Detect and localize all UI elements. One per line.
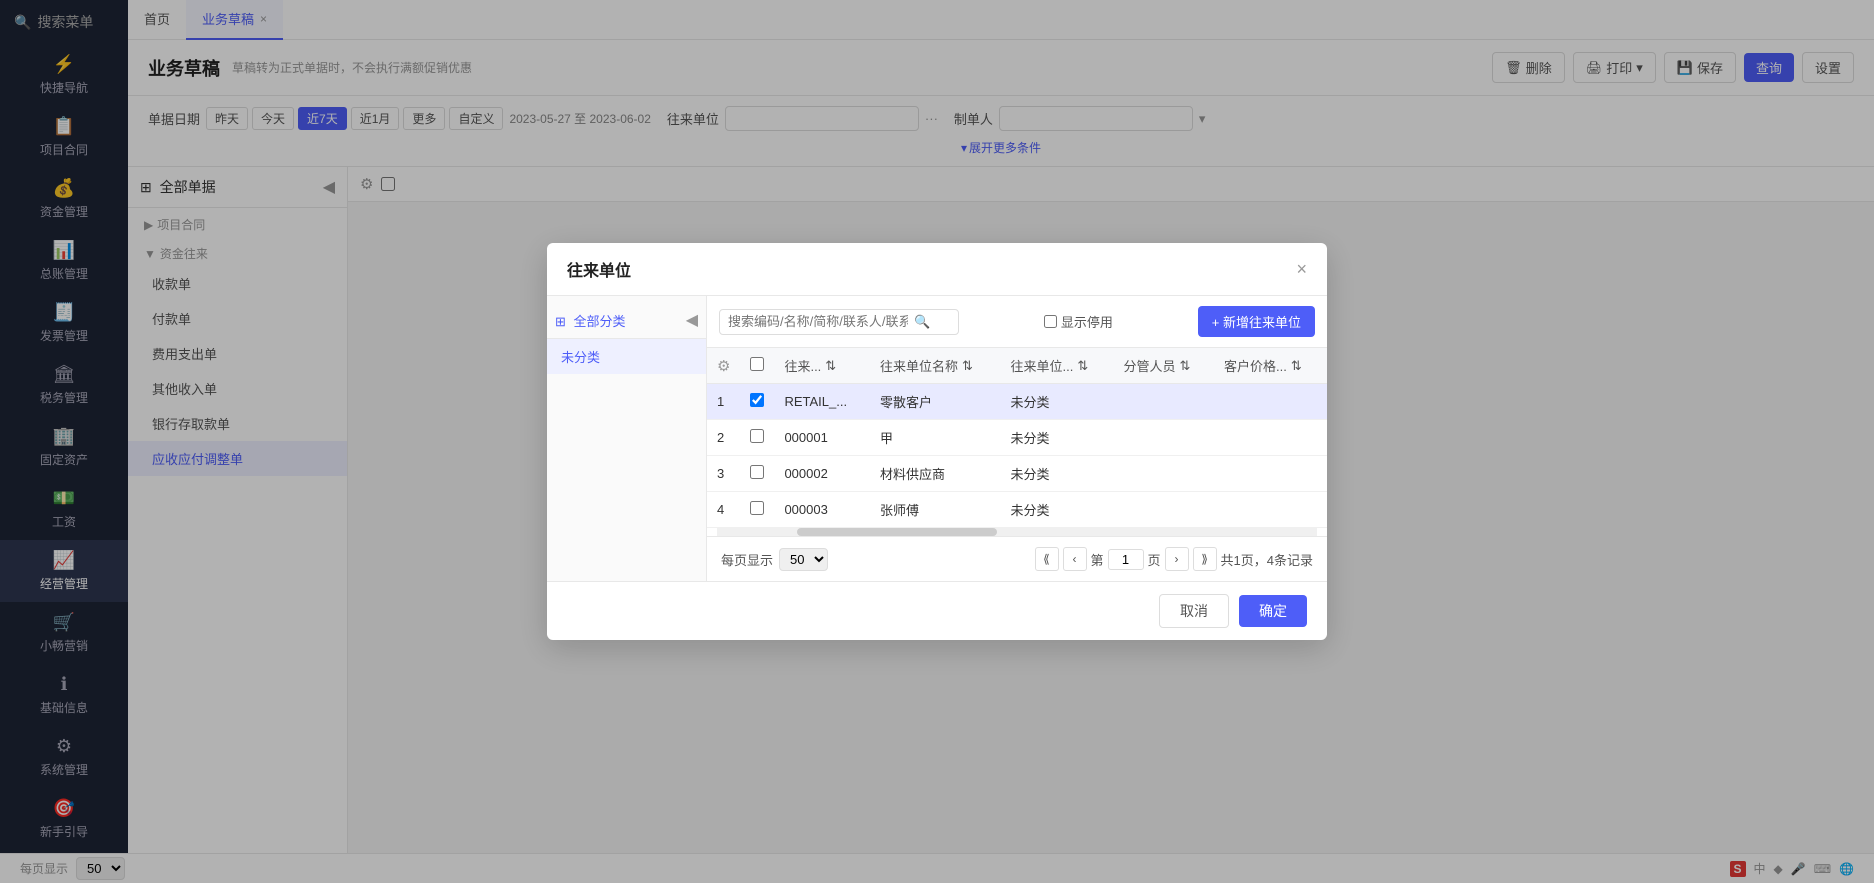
modal-close-button[interactable]: × [1296, 259, 1307, 280]
row-checkbox[interactable] [750, 501, 764, 515]
search-icon: 🔍 [914, 314, 930, 330]
row-code: 000002 [774, 456, 870, 492]
row-category: 未分类 [1001, 420, 1114, 456]
sort-icon: ⇅ [1291, 358, 1302, 374]
partner-modal: 往来单位 × ⊞ 全部分类 ◀ 未分类 [547, 243, 1327, 640]
col-code[interactable]: 往来...⇅ [784, 356, 860, 375]
row-checkbox[interactable] [750, 465, 764, 479]
row-price-level [1214, 492, 1327, 528]
modal-header: 往来单位 × [547, 243, 1327, 296]
show-disabled-label[interactable]: 显示停用 [1044, 312, 1113, 331]
cat-label: 未分类 [561, 347, 600, 366]
last-page-button[interactable]: ⟫ [1193, 547, 1217, 571]
cancel-button[interactable]: 取消 [1159, 594, 1229, 628]
page-number-input[interactable] [1108, 549, 1144, 570]
modal-toolbar: 🔍 显示停用 + 新增往来单位 [707, 296, 1327, 348]
page-unit: 页 [1148, 550, 1161, 569]
col-name[interactable]: 往来单位名称⇅ [880, 356, 991, 375]
row-manager [1114, 456, 1214, 492]
modal-pagination: 每页显示 50 ⟪ ‹ 第 页 › ⟫ 共1页，4条记录 [707, 536, 1327, 581]
table-select-all[interactable] [750, 357, 764, 371]
per-page-label: 每页显示 [721, 550, 773, 569]
per-page-select[interactable]: 50 [779, 548, 828, 571]
category-collapse-icon[interactable]: ◀ [686, 310, 698, 330]
row-price-level [1214, 456, 1327, 492]
modal-category-unclassified[interactable]: 未分类 [547, 339, 706, 374]
row-name: 零散客户 [870, 384, 1001, 420]
pagination-left: 每页显示 50 [721, 548, 828, 571]
modal-right: 🔍 显示停用 + 新增往来单位 ⚙ [707, 296, 1327, 581]
modal-overlay[interactable]: 往来单位 × ⊞ 全部分类 ◀ 未分类 [0, 0, 1874, 883]
modal-sidebar: ⊞ 全部分类 ◀ 未分类 [547, 296, 707, 581]
sort-icon: ⇅ [1077, 358, 1088, 374]
row-manager [1114, 492, 1214, 528]
row-category: 未分类 [1001, 456, 1114, 492]
row-num: 1 [707, 384, 740, 420]
show-disabled-checkbox[interactable] [1044, 315, 1057, 328]
modal-title: 往来单位 [567, 257, 631, 281]
partner-table: ⚙ 往来...⇅ 往来单位名称⇅ 往来单位...⇅ 分管人员⇅ 客户价格...⇅… [707, 348, 1327, 528]
horizontal-scrollbar[interactable] [717, 528, 1317, 536]
modal-actions: 取消 确定 [547, 581, 1327, 640]
row-category: 未分类 [1001, 492, 1114, 528]
modal-table: ⚙ 往来...⇅ 往来单位名称⇅ 往来单位...⇅ 分管人员⇅ 客户价格...⇅… [707, 348, 1327, 528]
modal-cat-header: ⊞ 全部分类 ◀ [547, 306, 706, 339]
row-checkbox[interactable] [750, 429, 764, 443]
row-manager [1114, 420, 1214, 456]
table-row[interactable]: 4 000003 张师傅 未分类 [707, 492, 1327, 528]
row-name: 材料供应商 [870, 456, 1001, 492]
grid-icon-sm: ⊞ [555, 314, 566, 329]
row-num: 2 [707, 420, 740, 456]
row-code: 000001 [774, 420, 870, 456]
row-name: 甲 [870, 420, 1001, 456]
sort-icon: ⇅ [825, 358, 836, 374]
row-price-level [1214, 420, 1327, 456]
modal-cat-title: ⊞ 全部分类 [555, 311, 626, 330]
sort-icon: ⇅ [1180, 358, 1191, 374]
total-info: 共1页，4条记录 [1221, 550, 1313, 569]
col-price-level[interactable]: 客户价格...⇅ [1224, 356, 1317, 375]
row-num: 4 [707, 492, 740, 528]
row-category: 未分类 [1001, 384, 1114, 420]
row-code: 000003 [774, 492, 870, 528]
search-field[interactable]: 🔍 [719, 309, 959, 335]
scrollbar-thumb [797, 528, 997, 536]
next-page-button[interactable]: › [1165, 547, 1189, 571]
table-row[interactable]: 1 RETAIL_... 零散客户 未分类 [707, 384, 1327, 420]
row-checkbox[interactable] [750, 393, 764, 407]
row-code: RETAIL_... [774, 384, 870, 420]
table-col-settings-icon[interactable]: ⚙ [717, 358, 730, 375]
row-name: 张师傅 [870, 492, 1001, 528]
table-row[interactable]: 3 000002 材料供应商 未分类 [707, 456, 1327, 492]
page-label: 第 [1091, 550, 1104, 569]
row-manager [1114, 384, 1214, 420]
sort-icon: ⇅ [962, 358, 973, 374]
pagination-right: ⟪ ‹ 第 页 › ⟫ 共1页，4条记录 [1035, 547, 1314, 571]
row-price-level [1214, 384, 1327, 420]
col-manager[interactable]: 分管人员⇅ [1124, 356, 1204, 375]
prev-page-button[interactable]: ‹ [1063, 547, 1087, 571]
search-input[interactable] [728, 314, 908, 329]
modal-body: ⊞ 全部分类 ◀ 未分类 🔍 [547, 296, 1327, 581]
table-row[interactable]: 2 000001 甲 未分类 [707, 420, 1327, 456]
confirm-button[interactable]: 确定 [1239, 595, 1307, 627]
row-num: 3 [707, 456, 740, 492]
first-page-button[interactable]: ⟪ [1035, 547, 1059, 571]
add-partner-button[interactable]: + 新增往来单位 [1198, 306, 1315, 337]
col-category[interactable]: 往来单位...⇅ [1011, 356, 1104, 375]
